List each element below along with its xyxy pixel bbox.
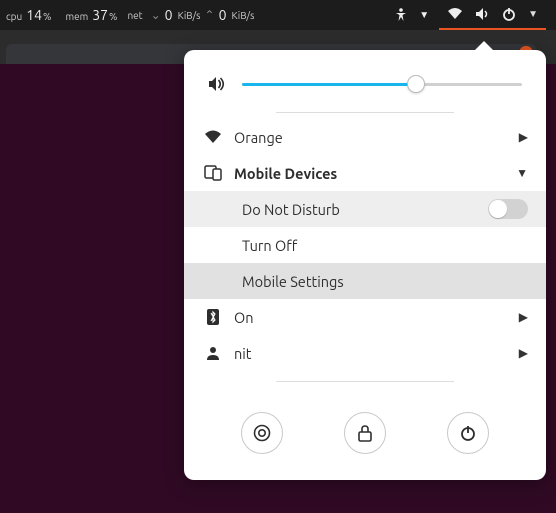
mobile-devices-label: Mobile Devices <box>234 165 516 182</box>
system-tray: ▼ ▼ <box>393 0 556 30</box>
separator <box>276 112 454 113</box>
mobile-settings-label: Mobile Settings <box>242 273 528 290</box>
net-up-unit: KiB/s <box>231 10 254 21</box>
mem-label: mem <box>65 11 88 22</box>
bluetooth-row[interactable]: On ▶ <box>184 299 546 335</box>
lock-button[interactable] <box>344 412 386 454</box>
wifi-icon <box>447 7 463 21</box>
do-not-disturb-row[interactable]: Do Not Disturb <box>184 191 546 227</box>
cpu-label: cpu <box>6 11 22 22</box>
settings-button[interactable] <box>241 412 283 454</box>
power-button[interactable] <box>447 412 489 454</box>
devices-icon <box>202 165 224 181</box>
chevron-down-icon: ▼ <box>516 166 528 180</box>
dropdown-icon: ▼ <box>528 8 538 20</box>
separator <box>276 381 454 382</box>
top-bar: cpu 14 % mem 37 % net ⌄ 0 KiB/s ⌃ 0 KiB/… <box>0 0 556 30</box>
lock-icon <box>357 424 373 442</box>
volume-row <box>184 74 546 102</box>
bluetooth-label: On <box>234 309 519 326</box>
user-icon <box>202 345 224 361</box>
wifi-row[interactable]: Orange ▶ <box>184 119 546 155</box>
volume-icon <box>475 7 490 21</box>
net-stat: net ⌄ 0 KiB/s ⌃ 0 KiB/s <box>127 7 254 23</box>
chevron-right-icon: ▶ <box>519 310 528 324</box>
down-arrow-icon: ⌄ <box>151 8 161 22</box>
cpu-value: 14 <box>26 7 42 23</box>
mem-value: 37 <box>92 7 108 23</box>
chevron-right-icon: ▶ <box>519 130 528 144</box>
action-buttons <box>184 388 546 462</box>
percent-sign: % <box>43 11 51 22</box>
wifi-icon <box>202 130 224 145</box>
mem-stat: mem 37 % <box>65 7 117 23</box>
slider-thumb[interactable] <box>407 75 425 93</box>
up-arrow-icon: ⌃ <box>205 8 215 22</box>
turn-off-label: Turn Off <box>242 237 528 254</box>
gear-icon <box>252 423 272 443</box>
user-row[interactable]: nit ▶ <box>184 335 546 371</box>
user-label: nit <box>234 345 519 362</box>
mobile-devices-row[interactable]: Mobile Devices ▼ <box>184 155 546 191</box>
volume-icon <box>208 76 226 92</box>
toggle-knob <box>489 200 507 218</box>
volume-slider[interactable] <box>242 74 522 94</box>
turn-off-row[interactable]: Turn Off <box>184 227 546 263</box>
power-icon <box>459 424 477 442</box>
mobile-settings-row[interactable]: Mobile Settings <box>184 263 546 299</box>
power-icon <box>502 7 516 21</box>
system-menu-popover: Orange ▶ Mobile Devices ▼ Do Not Disturb… <box>184 50 546 480</box>
slider-fill <box>242 83 416 86</box>
accessibility-icon[interactable] <box>393 7 409 23</box>
net-down-value: 0 <box>165 7 173 23</box>
dnd-label: Do Not Disturb <box>242 201 488 218</box>
bluetooth-icon <box>202 308 224 326</box>
dnd-toggle[interactable] <box>488 199 528 219</box>
net-label: net <box>127 10 142 21</box>
percent-sign: % <box>109 11 117 22</box>
wifi-label: Orange <box>234 129 519 146</box>
cpu-stat: cpu 14 % <box>6 7 51 23</box>
system-status-area[interactable]: ▼ <box>439 0 546 30</box>
dropdown-icon[interactable]: ▼ <box>419 9 429 21</box>
chevron-right-icon: ▶ <box>519 346 528 360</box>
net-up-value: 0 <box>219 7 227 23</box>
net-down-unit: KiB/s <box>178 10 201 21</box>
